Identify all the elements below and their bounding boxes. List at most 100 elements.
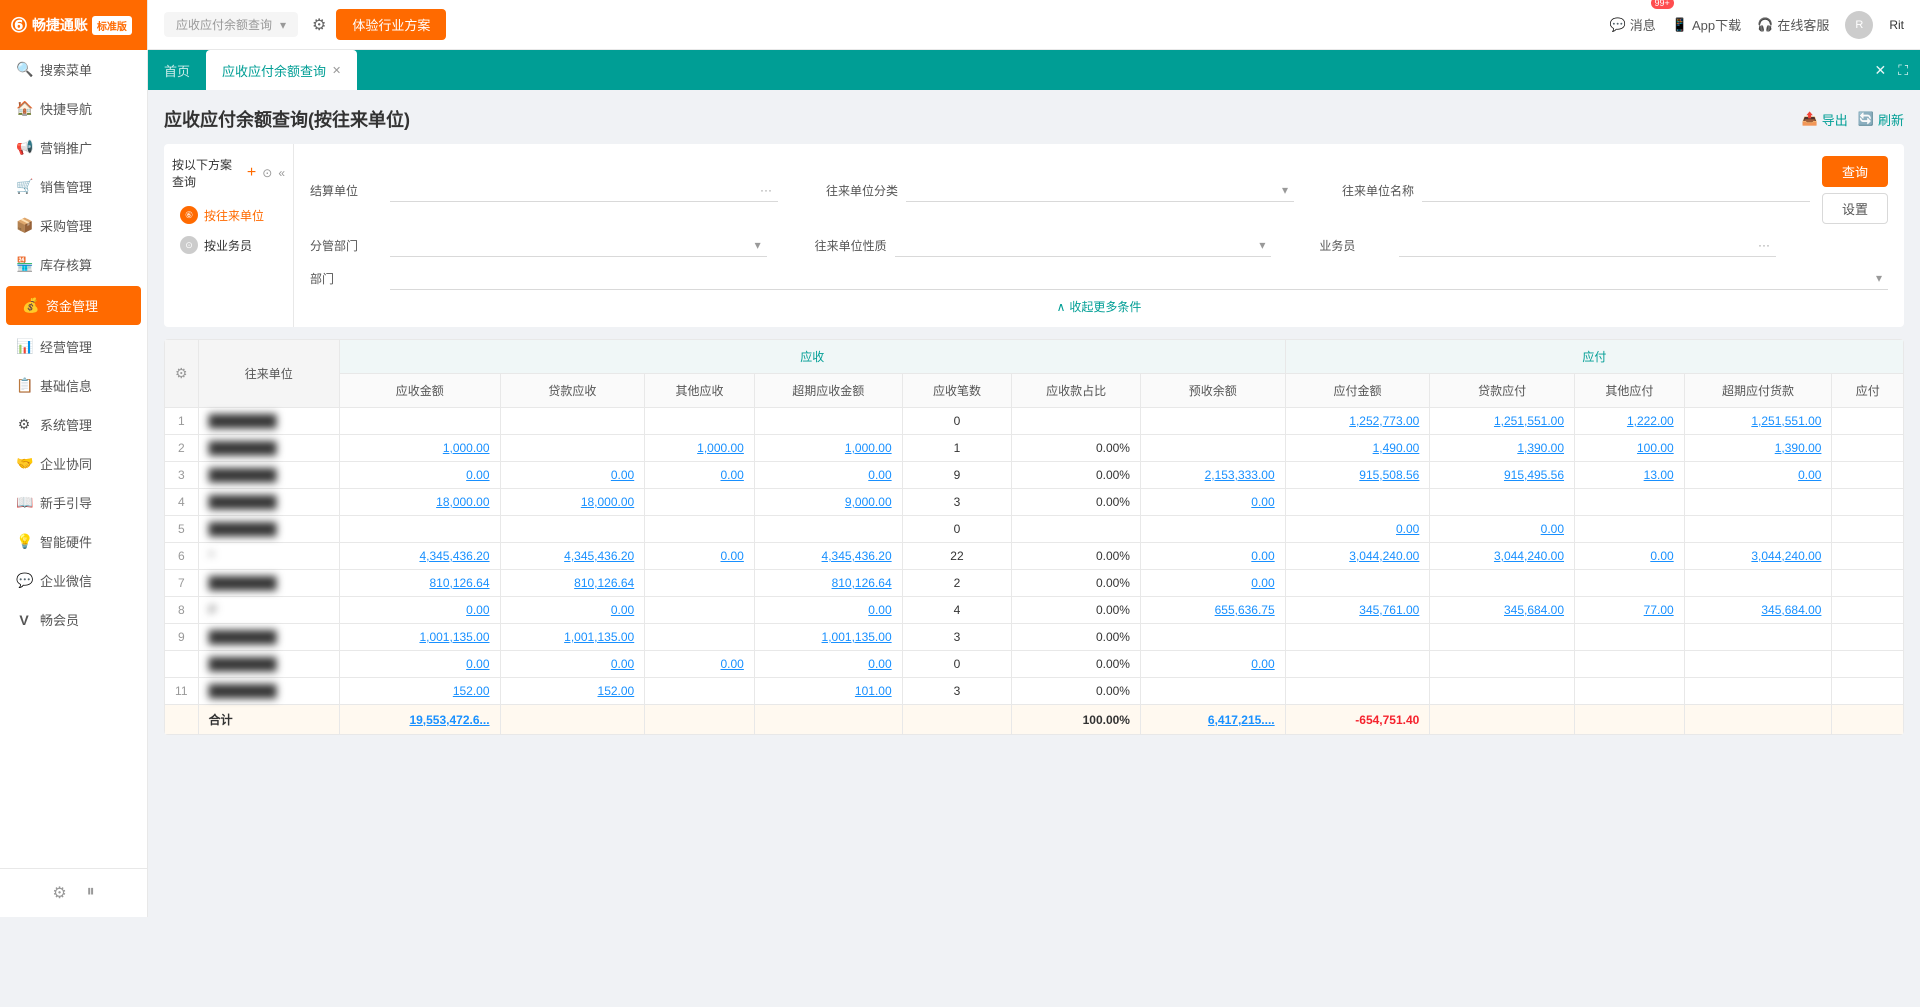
sidebar-item-basic[interactable]: 📋 基础信息	[0, 366, 147, 405]
cell-ar-prepay[interactable]: 2,153,333.00	[1140, 462, 1285, 489]
settings-button[interactable]: 设置	[1822, 193, 1888, 224]
cell-ar_amount[interactable]: 18,000.00	[339, 489, 500, 516]
cell-ap_amount[interactable]: 345,761.00	[1285, 597, 1430, 624]
tab-home[interactable]: 首页	[148, 50, 206, 90]
cell-ap_loan[interactable]: 915,495.56	[1430, 462, 1575, 489]
filter-select-department[interactable]: ▾	[390, 267, 1888, 290]
scheme-item-partner[interactable]: ⑥ 按往来单位	[172, 200, 285, 230]
cell-ar_loan[interactable]: 810,126.64	[500, 570, 645, 597]
cell-ap_loan[interactable]: 1,390.00	[1430, 435, 1575, 462]
cell-ar_loan[interactable]: 0.00	[500, 597, 645, 624]
cell-ar-prepay[interactable]: 0.00	[1140, 543, 1285, 570]
cell-ap_overdue[interactable]: 0.00	[1684, 462, 1832, 489]
cell-ar_overdue[interactable]: 4,345,436.20	[754, 543, 902, 570]
sidebar-item-nav[interactable]: 🏠 快捷导航	[0, 89, 147, 128]
sidebar-item-inventory[interactable]: 🏪 库存核算	[0, 245, 147, 284]
sidebar-item-marketing[interactable]: 📢 营销推广	[0, 128, 147, 167]
sidebar-item-finance[interactable]: 💰 资金管理	[6, 286, 141, 325]
cell-ar_loan[interactable]: 1,001,135.00	[500, 624, 645, 651]
cell-ap_amount[interactable]: 915,508.56	[1285, 462, 1430, 489]
cell-ar_amount[interactable]: 0.00	[339, 462, 500, 489]
cell-ar_amount[interactable]: 152.00	[339, 678, 500, 705]
cell-ar-prepay[interactable]: 0.00	[1140, 570, 1285, 597]
cell-ap_loan[interactable]: 1,251,551.00	[1430, 408, 1575, 435]
settings-bottom-icon[interactable]: ⚙	[52, 883, 66, 903]
app-download-group[interactable]: 📱 App下载	[1672, 15, 1741, 34]
cell-ar_overdue[interactable]: 0.00	[754, 597, 902, 624]
cell-ap_other[interactable]: 13.00	[1575, 462, 1685, 489]
avatar[interactable]: R	[1845, 11, 1873, 39]
table-settings-header[interactable]: ⚙	[165, 340, 199, 408]
table-settings-icon[interactable]: ⚙	[175, 365, 188, 381]
cell-ar_other[interactable]: 0.00	[645, 543, 755, 570]
filter-collapse-btn[interactable]: ∧ 收起更多条件	[310, 298, 1888, 315]
cell-ar_overdue[interactable]: 101.00	[754, 678, 902, 705]
cell-ap_other[interactable]: 0.00	[1575, 543, 1685, 570]
cell-ar_amount[interactable]: 1,001,135.00	[339, 624, 500, 651]
filter-input-partner-name[interactable]	[1422, 179, 1810, 202]
cell-ar_overdue[interactable]: 1,000.00	[754, 435, 902, 462]
filter-select-partner-nature[interactable]: ▾	[895, 234, 1272, 257]
add-filter-icon[interactable]: +	[247, 164, 256, 182]
cell-ar-prepay[interactable]: 655,636.75	[1140, 597, 1285, 624]
cell-ap_other[interactable]: 100.00	[1575, 435, 1685, 462]
cell-ar_amount[interactable]: 1,000.00	[339, 435, 500, 462]
cell-ap_loan[interactable]: 3,044,240.00	[1430, 543, 1575, 570]
cell-ar_other[interactable]: 0.00	[645, 651, 755, 678]
tabbar-expand-icon[interactable]: ⛶	[1898, 62, 1908, 79]
cell-ar_amount[interactable]: 810,126.64	[339, 570, 500, 597]
breadcrumb-dropdown[interactable]: ▾	[280, 18, 286, 32]
total-ar-prepay[interactable]: 6,417,215....	[1140, 705, 1285, 735]
sidebar-item-collab[interactable]: 🤝 企业协同	[0, 444, 147, 483]
filter-select-partner-type[interactable]: ▾	[906, 179, 1294, 202]
cell-ap_overdue[interactable]: 3,044,240.00	[1684, 543, 1832, 570]
cell-ar_overdue[interactable]: 1,001,135.00	[754, 624, 902, 651]
topbar-settings-icon[interactable]: ⚙	[312, 15, 326, 35]
sidebar-item-system[interactable]: ⚙ 系统管理	[0, 405, 147, 444]
cell-ap_loan[interactable]: 345,684.00	[1430, 597, 1575, 624]
filter-select-settlement[interactable]: ···	[390, 179, 778, 202]
cell-ar_loan[interactable]: 0.00	[500, 651, 645, 678]
trial-button[interactable]: 体验行业方案	[336, 9, 446, 40]
cell-ap_amount[interactable]: 1,252,773.00	[1285, 408, 1430, 435]
cell-ar_overdue[interactable]: 810,126.64	[754, 570, 902, 597]
cell-ap_other[interactable]: 1,222.00	[1575, 408, 1685, 435]
cell-ap_amount[interactable]: 1,490.00	[1285, 435, 1430, 462]
cell-ap_overdue[interactable]: 345,684.00	[1684, 597, 1832, 624]
cell-ar_loan[interactable]: 4,345,436.20	[500, 543, 645, 570]
sidebar-item-sales[interactable]: 🛒 销售管理	[0, 167, 147, 206]
tab-ar-query[interactable]: 应收应付余额查询 ✕	[206, 50, 357, 90]
sidebar-item-purchase[interactable]: 📦 采购管理	[0, 206, 147, 245]
cell-ap_overdue[interactable]: 1,390.00	[1684, 435, 1832, 462]
online-service-group[interactable]: 🎧 在线客服	[1757, 15, 1829, 34]
scheme-item-salesman[interactable]: ⊙ 按业务员	[172, 230, 285, 260]
tabbar-close-icon[interactable]: ✕	[1874, 62, 1886, 79]
cell-ar_amount[interactable]: 0.00	[339, 651, 500, 678]
cell-ar_overdue[interactable]: 0.00	[754, 462, 902, 489]
cell-ar-prepay[interactable]: 0.00	[1140, 651, 1285, 678]
sidebar-item-hardware[interactable]: 💡 智能硬件	[0, 522, 147, 561]
refresh-button[interactable]: 🔄 刷新	[1858, 110, 1904, 129]
tab-close-icon[interactable]: ✕	[332, 64, 341, 77]
collapse-icon[interactable]: ⏸	[87, 883, 95, 903]
cell-ar_overdue[interactable]: 9,000.00	[754, 489, 902, 516]
filter-settings-icon[interactable]: ⊙	[262, 166, 272, 180]
total-ar-amount[interactable]: 19,553,472.6...	[339, 705, 500, 735]
export-button[interactable]: 📤 导出	[1802, 110, 1848, 129]
cell-ap_overdue[interactable]: 1,251,551.00	[1684, 408, 1832, 435]
sidebar-item-search[interactable]: 🔍 搜索菜单	[0, 50, 147, 89]
filter-select-salesman[interactable]: ···	[1399, 234, 1776, 257]
cell-ar_overdue[interactable]: 0.00	[754, 651, 902, 678]
cell-ar_loan[interactable]: 0.00	[500, 462, 645, 489]
cell-ar_amount[interactable]: 4,345,436.20	[339, 543, 500, 570]
sidebar-item-management[interactable]: 📊 经营管理	[0, 327, 147, 366]
cell-ap_loan[interactable]: 0.00	[1430, 516, 1575, 543]
cell-ar_other[interactable]: 1,000.00	[645, 435, 755, 462]
filter-collapse-icon[interactable]: «	[278, 166, 285, 180]
cell-ar_loan[interactable]: 152.00	[500, 678, 645, 705]
cell-ar-prepay[interactable]: 0.00	[1140, 489, 1285, 516]
message-group[interactable]: 💬 消息 99+	[1610, 15, 1656, 34]
cell-ap_amount[interactable]: 3,044,240.00	[1285, 543, 1430, 570]
sidebar-item-wechat[interactable]: 💬 企业微信	[0, 561, 147, 600]
sidebar-item-member[interactable]: V 畅会员	[0, 600, 147, 639]
